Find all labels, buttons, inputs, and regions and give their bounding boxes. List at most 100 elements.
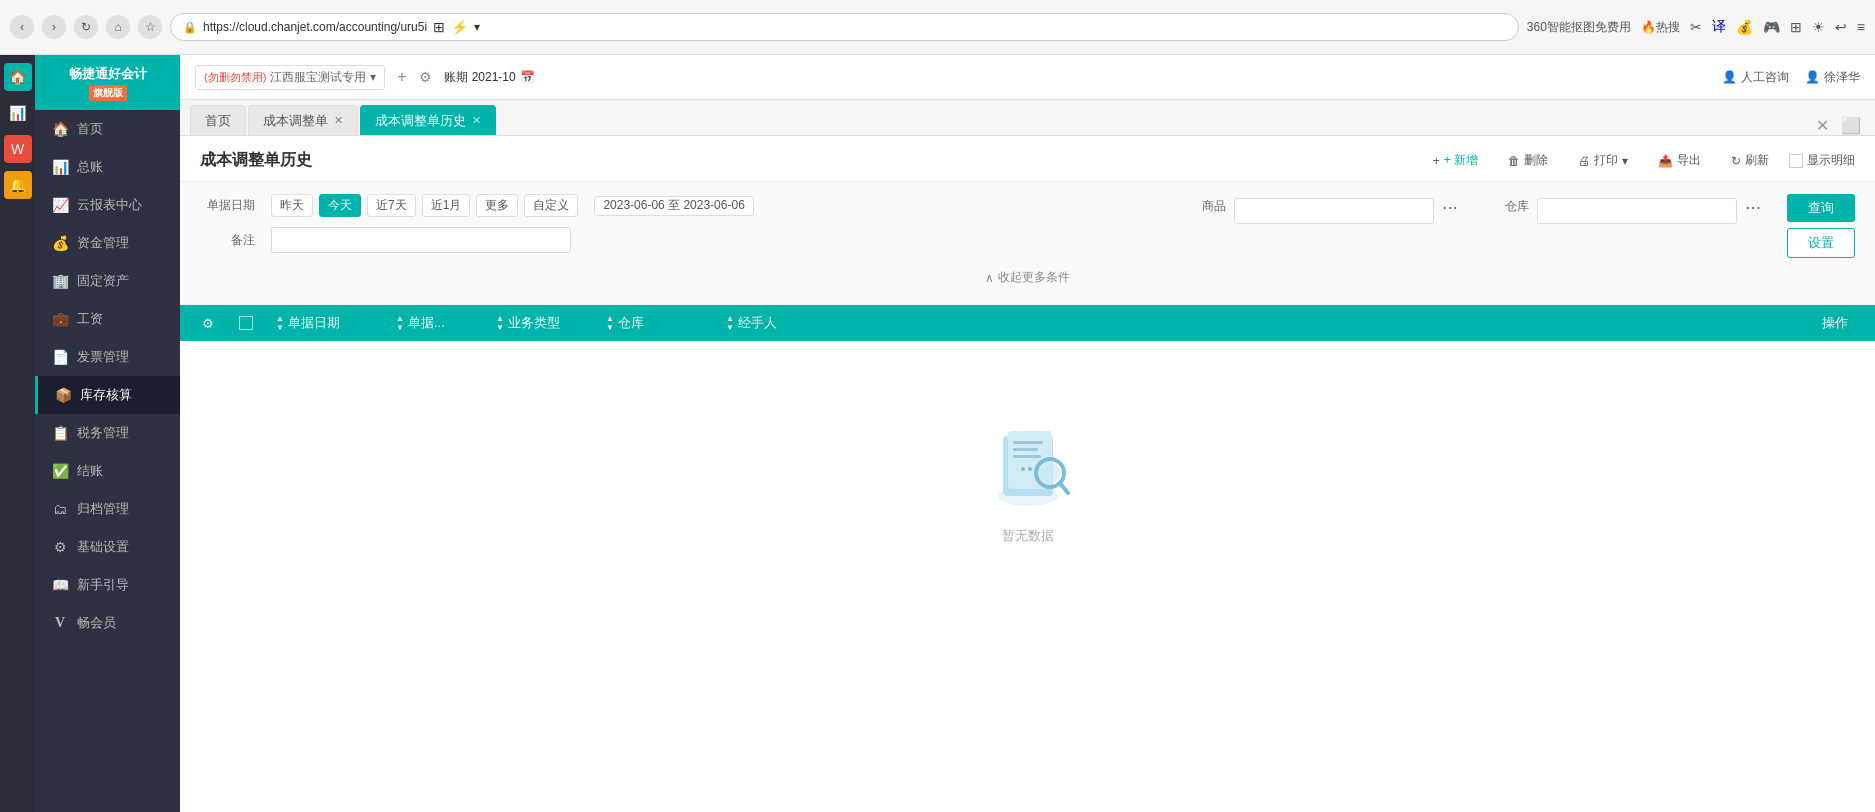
company-selector[interactable]: (勿删勿禁用) 江西服宝测试专用 ▾ [195, 65, 385, 90]
sidebar-item-archive[interactable]: 🗂 归档管理 [35, 490, 180, 528]
note-input[interactable] [271, 227, 571, 253]
tab-cost-adjust-close[interactable]: ✕ [334, 114, 343, 127]
refresh-button[interactable]: ↻ [74, 15, 98, 39]
goods-input[interactable] [1234, 198, 1434, 224]
filter-area: 单据日期 昨天 今天 近7天 近1月 更多 自定义 [180, 182, 1875, 305]
sidebar-item-ledger[interactable]: 📊 总账 [35, 148, 180, 186]
sidebar-item-guide[interactable]: 📖 新手引导 [35, 566, 180, 604]
home-icon: 🏠 [51, 121, 69, 137]
page-header: 成本调整单历史 + + 新增 🗑 删除 🖨 打印 ▾ [180, 136, 1875, 182]
sidebar-item-salary[interactable]: 💼 工资 [35, 300, 180, 338]
sidebar-item-home[interactable]: 🏠 首页 [35, 110, 180, 148]
th-num[interactable]: ▲ ▼ 单据... [386, 314, 486, 332]
print-label: 打印 [1594, 152, 1618, 169]
logo-text: 畅捷通好会计 [69, 65, 147, 83]
show-detail-check[interactable]: 显示明细 [1789, 152, 1855, 169]
forward-button[interactable]: › [42, 15, 66, 39]
yesterday-btn[interactable]: 昨天 [271, 194, 313, 217]
back-button[interactable]: ‹ [10, 15, 34, 39]
tab-cost-adjust-history[interactable]: 成本调整单历史 ✕ [360, 105, 496, 135]
custom-btn[interactable]: 自定义 [524, 194, 578, 217]
service-person-icon: 👤 [1722, 70, 1737, 84]
sidebar-label-reports: 云报表中心 [77, 196, 142, 214]
export-button[interactable]: 📤 导出 [1648, 148, 1711, 173]
add-button[interactable]: + + 新增 [1423, 148, 1488, 173]
today-btn[interactable]: 今天 [319, 194, 361, 217]
window-close-icon[interactable]: ✕ [1808, 116, 1837, 135]
last1month-btn[interactable]: 近1月 [422, 194, 471, 217]
iconbar-item-3[interactable]: W [4, 135, 32, 163]
sidebar-item-tax[interactable]: 📋 税务管理 [35, 414, 180, 452]
th-handler[interactable]: ▲ ▼ 经手人 [716, 314, 836, 332]
topbar-add-icon[interactable]: + [397, 68, 406, 86]
delete-icon: 🗑 [1508, 154, 1520, 168]
company-name: 江西服宝测试专用 [270, 69, 366, 86]
window-expand-icon[interactable]: ⬜ [1837, 116, 1865, 135]
last7days-btn[interactable]: 近7天 [367, 194, 416, 217]
sidebar-label-vip: 畅会员 [77, 614, 116, 632]
th-ops: 操作 [1805, 314, 1865, 332]
company-dropdown-icon: ▾ [370, 70, 376, 84]
date-filter-label: 单据日期 [200, 197, 255, 214]
query-button[interactable]: 查询 [1787, 194, 1855, 222]
close-accounts-icon: ✅ [51, 463, 69, 479]
calendar-icon[interactable]: 📅 [520, 70, 535, 84]
filter-goods-col: 商品 ⋯ [1171, 194, 1458, 263]
home-button[interactable]: ⌂ [106, 15, 130, 39]
filter-note-row: 备注 [200, 227, 1155, 253]
refresh-button[interactable]: ↻ 刷新 [1721, 148, 1779, 173]
tab-bar-right: ✕ ⬜ [1808, 116, 1865, 135]
sidebar-item-fixed-assets[interactable]: 🏢 固定资产 [35, 262, 180, 300]
num-sort-icon: ▲ ▼ [396, 315, 404, 332]
sidebar-label-archive: 归档管理 [77, 500, 129, 518]
date-range-input[interactable] [594, 196, 754, 216]
th-settings[interactable]: ⚙ [190, 316, 226, 331]
vip-icon: V [51, 615, 69, 631]
goods-more-icon[interactable]: ⋯ [1442, 198, 1458, 217]
select-all-checkbox[interactable] [239, 316, 253, 330]
main-area: (勿删勿禁用) 江西服宝测试专用 ▾ + ⚙ 账期 2021-10 📅 👤 人工… [180, 55, 1875, 812]
tab-cost-adjust-history-close[interactable]: ✕ [472, 114, 481, 127]
sidebar-item-reports[interactable]: 📈 云报表中心 [35, 186, 180, 224]
iconbar-item-main[interactable]: 🏠 [4, 63, 32, 91]
sidebar-item-invoice[interactable]: 📄 发票管理 [35, 338, 180, 376]
sidebar-item-funds[interactable]: 💰 资金管理 [35, 224, 180, 262]
browser-lightning-icon: ⚡ [451, 19, 468, 35]
tax-icon: 📋 [51, 425, 69, 441]
tab-cost-adjust[interactable]: 成本调整单 ✕ [248, 105, 358, 135]
print-button[interactable]: 🖨 打印 ▾ [1568, 148, 1638, 173]
top-bar: (勿删勿禁用) 江西服宝测试专用 ▾ + ⚙ 账期 2021-10 📅 👤 人工… [180, 55, 1875, 100]
sidebar-item-close[interactable]: ✅ 结账 [35, 452, 180, 490]
th-check[interactable] [226, 316, 266, 330]
iconbar-item-4[interactable]: 🔔 [4, 171, 32, 199]
date-sort-icon: ▲ ▼ [276, 315, 284, 332]
sidebar-item-vip[interactable]: V 畅会员 [35, 604, 180, 642]
show-detail-checkbox[interactable] [1789, 154, 1803, 168]
sidebar-label-guide: 新手引导 [77, 576, 129, 594]
warehouse-more-icon[interactable]: ⋯ [1745, 198, 1761, 217]
iconbar-item-2[interactable]: 📊 [4, 99, 32, 127]
page-title: 成本调整单历史 [200, 150, 312, 171]
svg-line-8 [1060, 483, 1068, 493]
settings-button[interactable]: 设置 [1787, 228, 1855, 258]
topbar-settings-icon[interactable]: ⚙ [419, 69, 432, 85]
th-biz-type[interactable]: ▲ ▼ 业务类型 [486, 314, 596, 332]
scissors-icon: ✂ [1690, 19, 1702, 35]
delete-button[interactable]: 🗑 删除 [1498, 148, 1558, 173]
tab-home[interactable]: 首页 [190, 105, 246, 135]
content-area: 成本调整单历史 + + 新增 🗑 删除 🖨 打印 ▾ [180, 136, 1875, 812]
collapse-bar[interactable]: ∧ 收起更多条件 [200, 263, 1855, 292]
user-name-area[interactable]: 👤 徐泽华 [1805, 69, 1860, 86]
th-warehouse[interactable]: ▲ ▼ 仓库 [596, 314, 716, 332]
address-bar[interactable]: 🔒 https://cloud.chanjet.com/accounting/u… [170, 13, 1519, 41]
th-date[interactable]: ▲ ▼ 单据日期 [266, 314, 386, 332]
sidebar-item-inventory[interactable]: 📦 库存核算 [35, 376, 180, 414]
user-service[interactable]: 👤 人工咨询 [1722, 69, 1789, 86]
icon-bar: 🏠 📊 W 🔔 [0, 55, 35, 812]
sidebar-item-settings[interactable]: ⚙ 基础设置 [35, 528, 180, 566]
warehouse-input[interactable] [1537, 198, 1737, 224]
more-btn[interactable]: 更多 [476, 194, 518, 217]
star-button[interactable]: ☆ [138, 15, 162, 39]
sidebar-label-fixed-assets: 固定资产 [77, 272, 129, 290]
reports-icon: 📈 [51, 197, 69, 213]
